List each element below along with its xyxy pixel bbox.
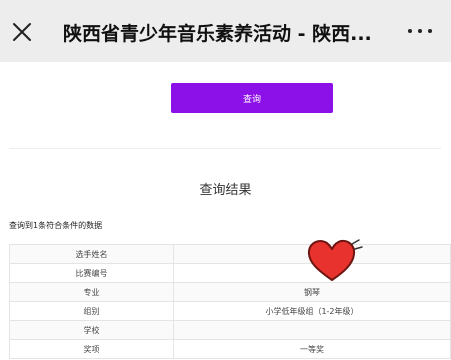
- table-row: 学校: [9, 320, 451, 340]
- table-row: 组别 小学低年级组（1-2年级）: [9, 301, 451, 321]
- row-label: 比赛编号: [9, 263, 174, 283]
- result-title: 查询结果: [199, 183, 252, 198]
- nav-bar: 陕西省青少年音乐素养活动 - 陕西...: [0, 0, 451, 62]
- divider: [9, 148, 441, 149]
- row-label: 专业: [9, 282, 174, 302]
- row-label: 奖项: [9, 339, 174, 359]
- row-value: 一等奖: [173, 339, 451, 359]
- more-icon: [428, 29, 432, 33]
- row-label: 组别: [9, 301, 174, 321]
- query-button[interactable]: 查询: [171, 83, 333, 113]
- row-label: 学校: [9, 320, 174, 340]
- heart-sticker-icon: [307, 239, 363, 281]
- table-row: 专业 钢琴: [9, 282, 451, 302]
- row-value: 小学低年级组（1-2年级）: [173, 301, 451, 321]
- table-row: 比赛编号: [9, 263, 451, 283]
- more-button[interactable]: [408, 26, 432, 36]
- more-icon: [418, 29, 422, 33]
- close-button[interactable]: [12, 22, 32, 42]
- result-table: 选手姓名 比赛编号 专业 钢琴 组别 小学低年级组（1-2年级） 学校 奖项 一…: [9, 244, 451, 359]
- row-label: 选手姓名: [9, 244, 174, 264]
- more-icon: [408, 29, 412, 33]
- close-icon: [13, 23, 31, 41]
- page-title: 陕西省青少年音乐素养活动 - 陕西...: [63, 23, 372, 45]
- table-row: 奖项 一等奖: [9, 339, 451, 359]
- result-summary: 查询到1条符合条件的数据: [9, 221, 103, 230]
- table-row: 选手姓名: [9, 244, 451, 264]
- row-value: 钢琴: [173, 282, 451, 302]
- row-value: [173, 320, 451, 340]
